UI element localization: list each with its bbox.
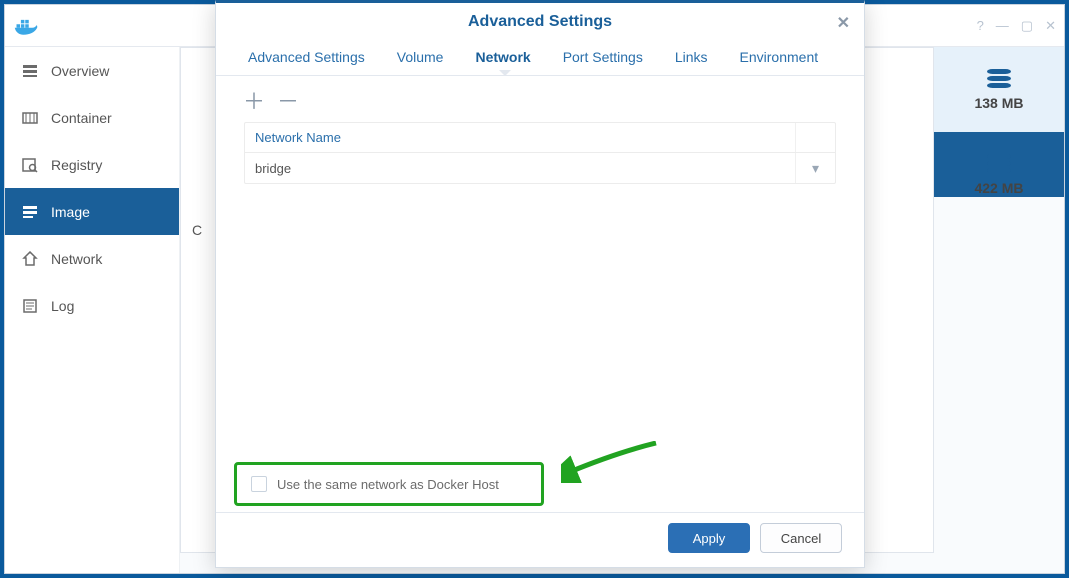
container-icon <box>21 110 39 126</box>
network-toolbar: ＋ － <box>244 88 836 122</box>
image-size: 138 MB <box>974 95 1023 111</box>
host-network-checkbox[interactable] <box>251 476 267 492</box>
dialog-title: Advanced Settings ✕ <box>216 3 864 39</box>
table-header: Network Name <box>245 123 835 153</box>
dialog-title-label: Advanced Settings <box>468 13 612 30</box>
annotation-arrow <box>561 441 661 486</box>
dialog-body: ＋ － Network Name bridge ▾ Use the same n <box>216 76 864 512</box>
sidebar-item-label: Log <box>51 298 74 314</box>
tab-network[interactable]: Network <box>459 39 546 75</box>
help-icon[interactable]: ? <box>977 18 984 34</box>
sidebar-item-log[interactable]: Log <box>5 282 179 329</box>
host-network-label: Use the same network as Docker Host <box>277 477 499 492</box>
image-card[interactable]: 138 MB <box>934 47 1064 132</box>
table-row[interactable]: bridge ▾ <box>245 153 835 183</box>
sidebar-item-container[interactable]: Container <box>5 94 179 141</box>
minimize-icon[interactable]: — <box>996 18 1009 34</box>
registry-icon <box>21 157 39 173</box>
network-icon <box>21 251 39 267</box>
log-icon <box>21 298 39 314</box>
cancel-button[interactable]: Cancel <box>760 523 842 553</box>
add-network-button[interactable]: ＋ <box>244 90 264 110</box>
overview-icon <box>21 63 39 79</box>
right-rail: 138 MB 422 MB <box>934 47 1064 217</box>
sidebar-item-registry[interactable]: Registry <box>5 141 179 188</box>
database-icon <box>987 154 1011 174</box>
tab-links[interactable]: Links <box>659 39 724 75</box>
header-spacer <box>795 123 835 152</box>
docker-logo <box>13 15 41 37</box>
network-name-value: bridge <box>245 161 795 176</box>
close-window-icon[interactable]: ✕ <box>1045 18 1056 34</box>
sidebar-item-label: Network <box>51 251 102 267</box>
tab-volume[interactable]: Volume <box>381 39 460 75</box>
dialog-footer: Apply Cancel <box>216 512 864 567</box>
network-table: Network Name bridge ▾ <box>244 122 836 184</box>
tab-environment[interactable]: Environment <box>724 39 835 75</box>
maximize-icon[interactable]: ▢ <box>1021 18 1033 34</box>
sidebar-item-image[interactable]: Image <box>5 188 179 235</box>
close-icon[interactable]: ✕ <box>837 13 850 33</box>
sidebar: Overview Container Registry Image Networ… <box>5 47 180 573</box>
tab-advanced-settings[interactable]: Advanced Settings <box>232 39 381 75</box>
sidebar-item-label: Image <box>51 204 90 220</box>
dialog-tabs: Advanced Settings Volume Network Port Se… <box>216 39 864 76</box>
col-network-name: Network Name <box>245 130 795 145</box>
window-controls: ? — ▢ ✕ <box>977 18 1056 34</box>
sidebar-item-label: Overview <box>51 63 109 79</box>
sidebar-item-network[interactable]: Network <box>5 235 179 282</box>
apply-button[interactable]: Apply <box>668 523 750 553</box>
sidebar-item-label: Container <box>51 110 112 126</box>
tab-port-settings[interactable]: Port Settings <box>547 39 659 75</box>
image-card[interactable]: 422 MB <box>934 132 1064 217</box>
sidebar-item-overview[interactable]: Overview <box>5 47 179 94</box>
remove-network-button[interactable]: － <box>278 90 298 110</box>
advanced-settings-dialog: Advanced Settings ✕ Advanced Settings Vo… <box>215 0 865 568</box>
image-icon <box>21 204 39 220</box>
content-letter: C <box>192 222 202 238</box>
dropdown-icon[interactable]: ▾ <box>795 153 835 183</box>
host-network-option: Use the same network as Docker Host <box>234 462 544 506</box>
sidebar-item-label: Registry <box>51 157 102 173</box>
image-size: 422 MB <box>974 180 1023 196</box>
database-icon <box>987 69 1011 89</box>
